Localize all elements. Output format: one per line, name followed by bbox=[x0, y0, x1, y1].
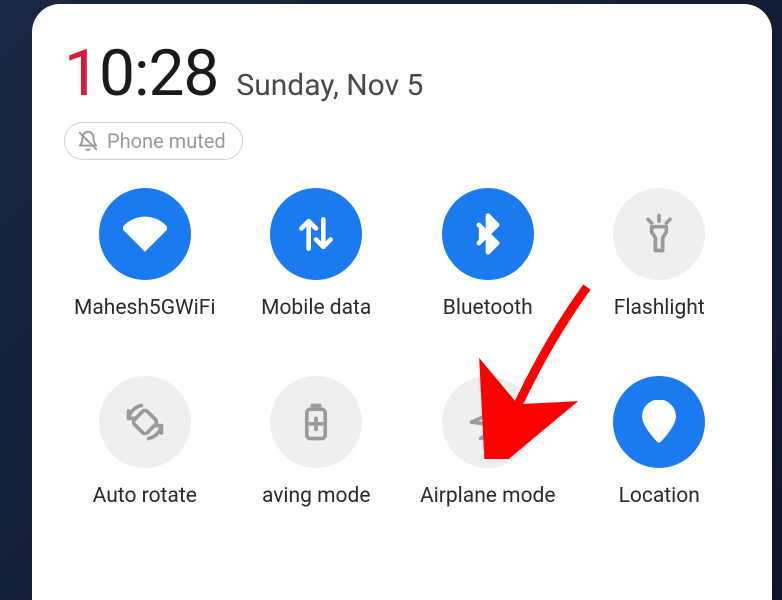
bluetooth-icon bbox=[442, 188, 534, 280]
location-label: Location bbox=[619, 484, 700, 508]
battery-saving-icon bbox=[270, 376, 362, 468]
phone-muted-chip[interactable]: Phone muted bbox=[64, 122, 243, 160]
saving-mode-label: aving mode bbox=[262, 484, 371, 508]
bell-muted-icon bbox=[77, 130, 99, 152]
flashlight-label: Flashlight bbox=[614, 296, 705, 320]
flashlight-tile[interactable]: Flashlight bbox=[579, 188, 741, 320]
airplane-mode-tile[interactable]: Airplane mode bbox=[407, 376, 569, 508]
quick-settings-panel: 10:28 Sunday, Nov 5 Phone muted Mahesh5G… bbox=[32, 4, 772, 600]
auto-rotate-icon bbox=[99, 376, 191, 468]
mobile-data-tile[interactable]: Mobile data bbox=[236, 188, 398, 320]
date-label: Sunday, Nov 5 bbox=[236, 68, 423, 103]
airplane-icon bbox=[442, 376, 534, 468]
saving-mode-tile[interactable]: aving mode bbox=[236, 376, 398, 508]
bluetooth-tile[interactable]: Bluetooth bbox=[407, 188, 569, 320]
wifi-tile[interactable]: Mahesh5GWiFi bbox=[64, 188, 226, 320]
phone-muted-label: Phone muted bbox=[107, 129, 226, 153]
bluetooth-label: Bluetooth bbox=[443, 296, 533, 320]
clock-rest: 0:28 bbox=[99, 36, 218, 111]
auto-rotate-tile[interactable]: Auto rotate bbox=[64, 376, 226, 508]
tiles-grid: Mahesh5GWiFi Mobile data Bluetooth bbox=[64, 188, 740, 508]
mobile-data-label: Mobile data bbox=[261, 296, 371, 320]
location-icon bbox=[613, 376, 705, 468]
header: 10:28 Sunday, Nov 5 bbox=[64, 42, 740, 106]
flashlight-icon bbox=[613, 188, 705, 280]
mobile-data-icon bbox=[270, 188, 362, 280]
clock: 10:28 bbox=[64, 42, 218, 106]
auto-rotate-label: Auto rotate bbox=[93, 484, 197, 508]
location-tile[interactable]: Location bbox=[579, 376, 741, 508]
airplane-mode-label: Airplane mode bbox=[420, 484, 556, 508]
wifi-icon bbox=[99, 188, 191, 280]
clock-first-digit: 1 bbox=[64, 36, 99, 111]
wifi-label: Mahesh5GWiFi bbox=[74, 296, 215, 320]
